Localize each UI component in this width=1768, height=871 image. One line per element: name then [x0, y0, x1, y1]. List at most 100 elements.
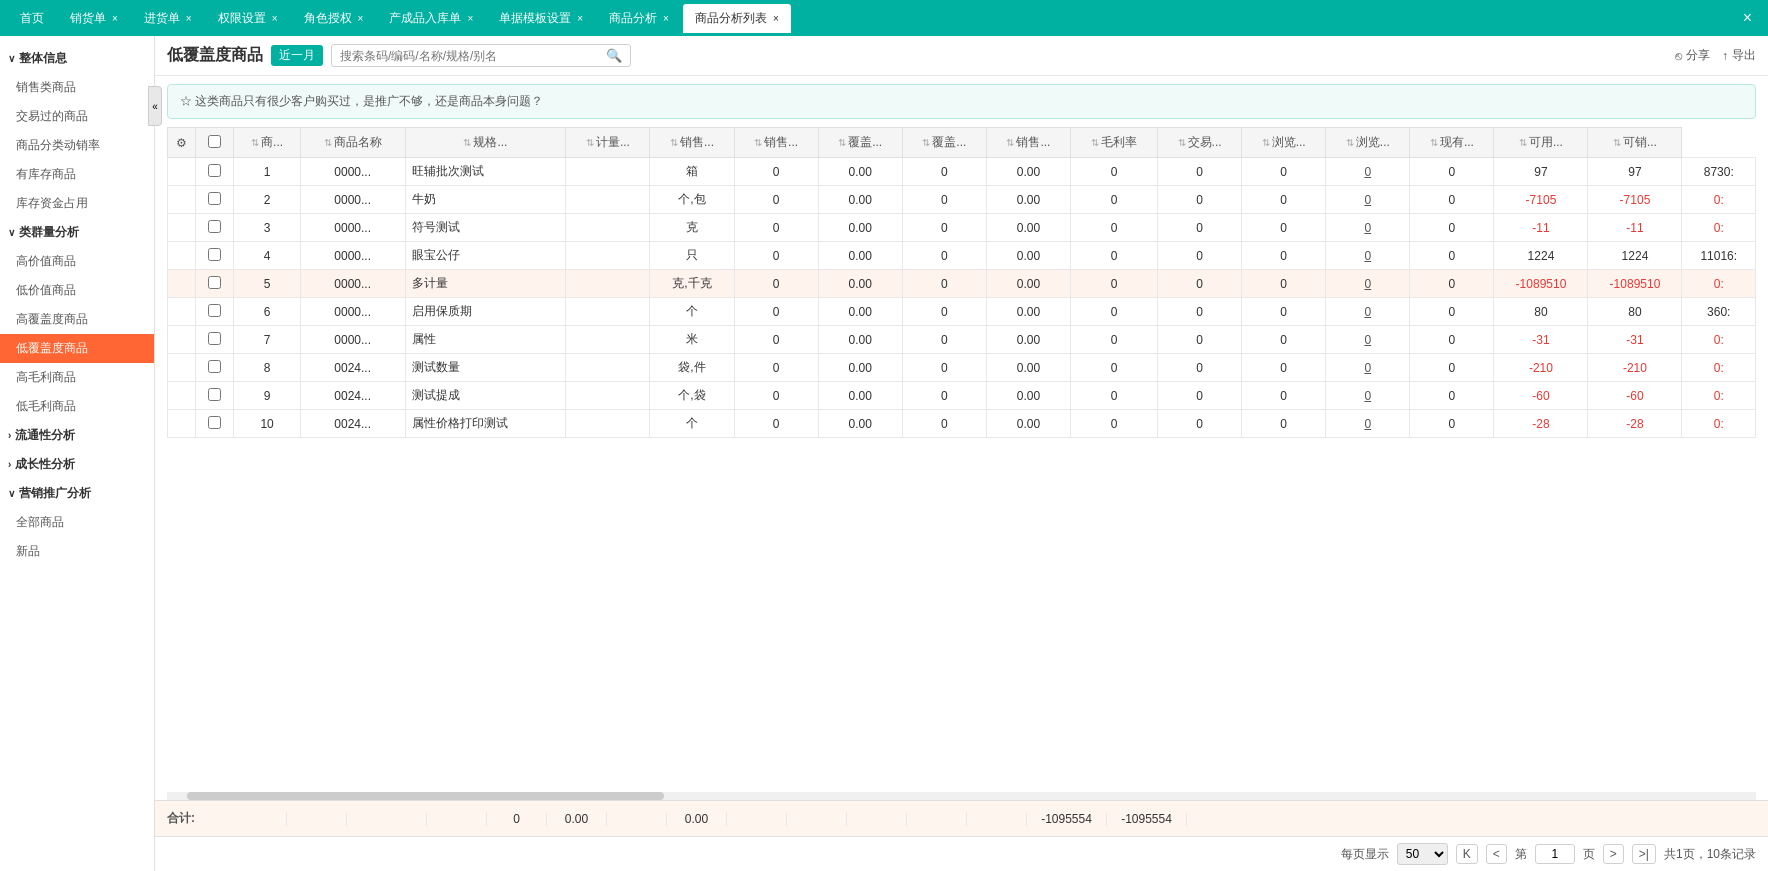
row-checkbox[interactable]: [208, 276, 221, 289]
col-sales2[interactable]: ⇅销售...: [734, 128, 818, 158]
row-checkbox-cell[interactable]: [196, 326, 234, 354]
col-current[interactable]: ⇅现有...: [1410, 128, 1494, 158]
col-saleable[interactable]: ⇅可销...: [1588, 128, 1682, 158]
next-page-button[interactable]: >: [1603, 844, 1624, 864]
export-button[interactable]: ↑ 导出: [1722, 47, 1756, 64]
prev-page-button[interactable]: <: [1486, 844, 1507, 864]
nav-role-auth[interactable]: 角色授权 ×: [292, 4, 376, 33]
nav-close-icon[interactable]: ×: [358, 13, 364, 24]
row-browse1[interactable]: 0: [1326, 354, 1410, 382]
search-icon[interactable]: 🔍: [606, 48, 622, 63]
sidebar-item-low-value[interactable]: 低价值商品: [0, 276, 154, 305]
sidebar-item-high-coverage[interactable]: 高覆盖度商品: [0, 305, 154, 334]
sidebar-section-overall[interactable]: ∨ 整体信息: [0, 44, 154, 73]
horizontal-scrollbar[interactable]: [167, 792, 1756, 800]
col-spec[interactable]: ⇅规格...: [405, 128, 566, 158]
row-browse1[interactable]: 0: [1326, 410, 1410, 438]
sidebar-item-traded-products[interactable]: 交易过的商品: [0, 102, 154, 131]
row-browse1[interactable]: 0: [1326, 382, 1410, 410]
row-checkbox-cell[interactable]: [196, 270, 234, 298]
sidebar-item-low-margin[interactable]: 低毛利商品: [0, 392, 154, 421]
col-settings[interactable]: ⚙: [168, 128, 196, 158]
col-cover2[interactable]: ⇅覆盖...: [902, 128, 986, 158]
sidebar-section-growth[interactable]: › 成长性分析: [0, 450, 154, 479]
row-checkbox[interactable]: [208, 304, 221, 317]
nav-close-icon[interactable]: ×: [467, 13, 473, 24]
col-sales1[interactable]: ⇅销售...: [650, 128, 734, 158]
page-number-input[interactable]: [1535, 844, 1575, 864]
row-browse1[interactable]: 0: [1326, 186, 1410, 214]
per-page-select[interactable]: 50 20 100: [1397, 843, 1448, 865]
sidebar-section-marketing[interactable]: ∨ 营销推广分析: [0, 479, 154, 508]
row-checkbox-cell[interactable]: [196, 214, 234, 242]
sidebar-item-new-products[interactable]: 新品: [0, 537, 154, 566]
col-browse2[interactable]: ⇅浏览...: [1326, 128, 1410, 158]
sidebar-section-cluster[interactable]: ∨ 类群量分析: [0, 218, 154, 247]
col-margin[interactable]: ⇅毛利率: [1070, 128, 1157, 158]
row-browse1[interactable]: 0: [1326, 298, 1410, 326]
sidebar-wrapper: ∨ 整体信息 销售类商品 交易过的商品 商品分类动销率 有库存商品 库存资金占用…: [0, 36, 155, 871]
nav-close-icon[interactable]: ×: [663, 13, 669, 24]
row-checkbox-cell[interactable]: [196, 354, 234, 382]
col-cover1[interactable]: ⇅覆盖...: [818, 128, 902, 158]
sidebar-item-high-margin[interactable]: 高毛利商品: [0, 363, 154, 392]
nav-product-storage[interactable]: 产成品入库单 ×: [377, 4, 485, 33]
row-checkbox-cell[interactable]: [196, 410, 234, 438]
col-browse1[interactable]: ⇅浏览...: [1242, 128, 1326, 158]
nav-permissions[interactable]: 权限设置 ×: [206, 4, 290, 33]
col-trade[interactable]: ⇅交易...: [1158, 128, 1242, 158]
sidebar-item-inventory-capital[interactable]: 库存资金占用: [0, 189, 154, 218]
scrollbar-thumb[interactable]: [187, 792, 664, 800]
row-browse1[interactable]: 0: [1326, 158, 1410, 186]
row-checkbox-cell[interactable]: [196, 242, 234, 270]
date-filter-tag[interactable]: 近一月: [271, 45, 323, 66]
col-available[interactable]: ⇅可用...: [1494, 128, 1588, 158]
col-name[interactable]: ⇅商品名称: [300, 128, 405, 158]
row-checkbox-cell[interactable]: [196, 298, 234, 326]
sidebar-item-low-coverage[interactable]: 低覆盖度商品: [0, 334, 154, 363]
row-checkbox-cell[interactable]: [196, 382, 234, 410]
sidebar-section-circulation[interactable]: › 流通性分析: [0, 421, 154, 450]
row-browse1[interactable]: 0: [1326, 242, 1410, 270]
nav-close-icon[interactable]: ×: [773, 13, 779, 24]
nav-purchase-order[interactable]: 进货单 ×: [132, 4, 204, 33]
row-browse1[interactable]: 0: [1326, 326, 1410, 354]
row-checkbox[interactable]: [208, 332, 221, 345]
row-browse1[interactable]: 0: [1326, 270, 1410, 298]
nav-product-analysis-list[interactable]: 商品分析列表 ×: [683, 4, 791, 33]
select-all-checkbox[interactable]: [208, 135, 221, 148]
col-code[interactable]: ⇅商...: [234, 128, 300, 158]
nav-sales-order[interactable]: 销货单 ×: [58, 4, 130, 33]
row-checkbox[interactable]: [208, 388, 221, 401]
sidebar-item-high-value[interactable]: 高价值商品: [0, 247, 154, 276]
nav-close-icon[interactable]: ×: [112, 13, 118, 24]
sidebar-collapse-button[interactable]: «: [148, 86, 162, 126]
search-input[interactable]: [340, 49, 602, 63]
sidebar-item-sales-products[interactable]: 销售类商品: [0, 73, 154, 102]
row-checkbox-cell[interactable]: [196, 158, 234, 186]
sidebar-item-all-products[interactable]: 全部商品: [0, 508, 154, 537]
row-checkbox-cell[interactable]: [196, 186, 234, 214]
sidebar-item-in-stock[interactable]: 有库存商品: [0, 160, 154, 189]
col-checkbox[interactable]: [196, 128, 234, 158]
sidebar-item-category-rate[interactable]: 商品分类动销率: [0, 131, 154, 160]
nav-product-analysis[interactable]: 商品分析 ×: [597, 4, 681, 33]
col-sales3[interactable]: ⇅销售...: [986, 128, 1070, 158]
nav-home[interactable]: 首页: [8, 4, 56, 33]
window-close-button[interactable]: ×: [1735, 5, 1760, 31]
row-browse1[interactable]: 0: [1326, 214, 1410, 242]
nav-close-icon[interactable]: ×: [577, 13, 583, 24]
row-checkbox[interactable]: [208, 192, 221, 205]
first-page-button[interactable]: K: [1456, 844, 1478, 864]
row-checkbox[interactable]: [208, 220, 221, 233]
nav-template-settings[interactable]: 单据模板设置 ×: [487, 4, 595, 33]
row-checkbox[interactable]: [208, 248, 221, 261]
nav-close-icon[interactable]: ×: [272, 13, 278, 24]
share-button[interactable]: ⎋ 分享: [1675, 47, 1710, 64]
row-checkbox[interactable]: [208, 416, 221, 429]
row-checkbox[interactable]: [208, 164, 221, 177]
row-checkbox[interactable]: [208, 360, 221, 373]
nav-close-icon[interactable]: ×: [186, 13, 192, 24]
last-page-button[interactable]: >|: [1632, 844, 1656, 864]
col-unit[interactable]: ⇅计量...: [566, 128, 650, 158]
